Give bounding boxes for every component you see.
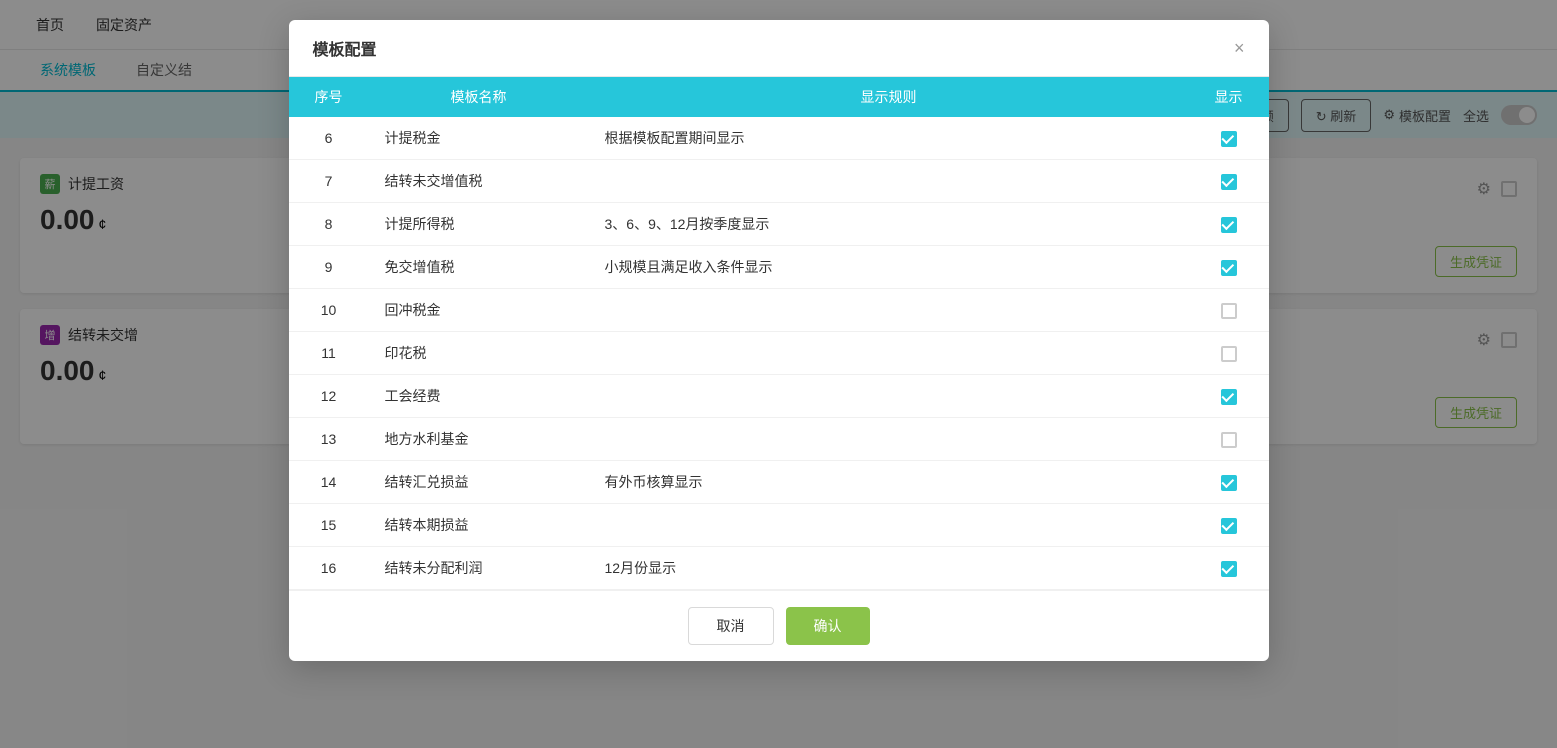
cell-rule: 有外币核算显示: [589, 461, 1189, 504]
cell-name: 地方水利基金: [369, 418, 589, 461]
cell-rule: [589, 375, 1189, 418]
row-checkbox-12[interactable]: [1221, 389, 1237, 405]
cell-checkbox: [1189, 160, 1269, 203]
cell-checkbox: [1189, 117, 1269, 160]
row-checkbox-10[interactable]: [1221, 303, 1237, 319]
col-header-display: 显示: [1189, 77, 1269, 117]
cell-name: 结转未分配利润: [369, 547, 589, 590]
cell-rule: [589, 332, 1189, 375]
table-row: 8计提所得税3、6、9、12月按季度显示: [289, 203, 1269, 246]
row-checkbox-6[interactable]: [1221, 131, 1237, 147]
row-checkbox-14[interactable]: [1221, 475, 1237, 491]
cell-id: 11: [289, 332, 369, 375]
table-row: 15结转本期损益: [289, 504, 1269, 547]
cell-rule: [589, 160, 1189, 203]
cell-id: 13: [289, 418, 369, 461]
table-row: 14结转汇兑损益有外币核算显示: [289, 461, 1269, 504]
cell-id: 10: [289, 289, 369, 332]
col-header-id: 序号: [289, 77, 369, 117]
confirm-button[interactable]: 确认: [786, 607, 870, 645]
cell-rule: [589, 418, 1189, 461]
cell-name: 印花税: [369, 332, 589, 375]
cell-checkbox: [1189, 289, 1269, 332]
cell-name: 回冲税金: [369, 289, 589, 332]
col-header-rule: 显示规则: [589, 77, 1189, 117]
col-header-name: 模板名称: [369, 77, 589, 117]
table-row: 11印花税: [289, 332, 1269, 375]
row-checkbox-15[interactable]: [1221, 518, 1237, 534]
cell-name: 计提税金: [369, 117, 589, 160]
cell-id: 16: [289, 547, 369, 590]
modal-header: 模板配置 ×: [289, 20, 1269, 77]
modal-body: 序号 模板名称 显示规则 显示 6计提税金根据模板配置期间显示7结转未交增值税8…: [289, 77, 1269, 590]
row-checkbox-16[interactable]: [1221, 561, 1237, 577]
row-checkbox-11[interactable]: [1221, 346, 1237, 362]
cell-checkbox: [1189, 504, 1269, 547]
cell-checkbox: [1189, 375, 1269, 418]
cell-rule: [589, 504, 1189, 547]
cell-id: 7: [289, 160, 369, 203]
cell-id: 8: [289, 203, 369, 246]
cell-name: 免交增值税: [369, 246, 589, 289]
config-table: 序号 模板名称 显示规则 显示 6计提税金根据模板配置期间显示7结转未交增值税8…: [289, 77, 1269, 590]
cell-name: 结转汇兑损益: [369, 461, 589, 504]
cell-rule: 3、6、9、12月按季度显示: [589, 203, 1189, 246]
cell-name: 计提所得税: [369, 203, 589, 246]
cell-checkbox: [1189, 547, 1269, 590]
cell-name: 结转未交增值税: [369, 160, 589, 203]
cell-rule: 小规模且满足收入条件显示: [589, 246, 1189, 289]
cell-checkbox: [1189, 332, 1269, 375]
cell-checkbox: [1189, 418, 1269, 461]
cell-rule: 12月份显示: [589, 547, 1189, 590]
table-row: 9免交增值税小规模且满足收入条件显示: [289, 246, 1269, 289]
table-row: 6计提税金根据模板配置期间显示: [289, 117, 1269, 160]
modal-overlay: 模板配置 × 序号 模板名称 显示规则 显示 6计提税金根据模板配置期间显示7结…: [0, 0, 1557, 748]
cell-id: 6: [289, 117, 369, 160]
cell-checkbox: [1189, 246, 1269, 289]
cell-checkbox: [1189, 461, 1269, 504]
cell-checkbox: [1189, 203, 1269, 246]
cell-rule: 根据模板配置期间显示: [589, 117, 1189, 160]
modal-close-button[interactable]: ×: [1234, 39, 1245, 57]
cell-id: 14: [289, 461, 369, 504]
modal-footer: 取消 确认: [289, 590, 1269, 661]
table-row: 16结转未分配利润12月份显示: [289, 547, 1269, 590]
cell-name: 结转本期损益: [369, 504, 589, 547]
cell-id: 15: [289, 504, 369, 547]
table-body: 6计提税金根据模板配置期间显示7结转未交增值税8计提所得税3、6、9、12月按季…: [289, 117, 1269, 590]
row-checkbox-13[interactable]: [1221, 432, 1237, 448]
cell-id: 9: [289, 246, 369, 289]
cancel-button[interactable]: 取消: [688, 607, 774, 645]
row-checkbox-7[interactable]: [1221, 174, 1237, 190]
modal-title: 模板配置: [313, 36, 377, 60]
table-row: 10回冲税金: [289, 289, 1269, 332]
table-row: 12工会经费: [289, 375, 1269, 418]
table-header: 序号 模板名称 显示规则 显示: [289, 77, 1269, 117]
cell-rule: [589, 289, 1189, 332]
cell-id: 12: [289, 375, 369, 418]
table-row: 13地方水利基金: [289, 418, 1269, 461]
row-checkbox-9[interactable]: [1221, 260, 1237, 276]
cell-name: 工会经费: [369, 375, 589, 418]
table-row: 7结转未交增值税: [289, 160, 1269, 203]
row-checkbox-8[interactable]: [1221, 217, 1237, 233]
modal-template-config: 模板配置 × 序号 模板名称 显示规则 显示 6计提税金根据模板配置期间显示7结…: [289, 20, 1269, 661]
